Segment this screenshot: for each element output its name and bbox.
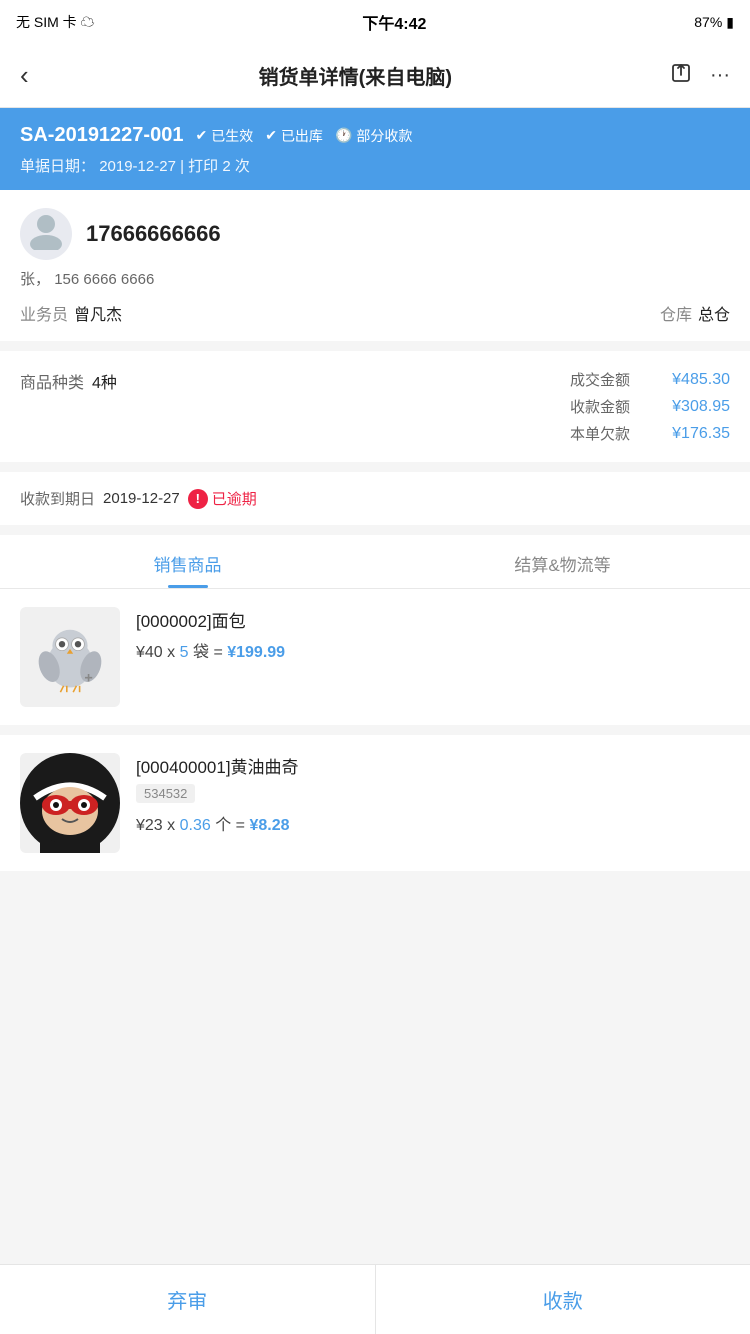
status-battery: 87% (694, 14, 722, 30)
customer-mobile: 156 6666 6666 (54, 271, 154, 288)
customer-card: 17666666666 张， 156 6666 6666 业务员 曾凡杰 仓库 … (0, 190, 750, 341)
badge-partial: 🕐 部分收款 (335, 126, 412, 146)
product-price-2: ¥23 x 0.36 个 = ¥8.28 (136, 811, 730, 835)
cancel-review-button[interactable]: 弃审 (0, 1265, 376, 1334)
product-total-1: ¥199.99 (227, 644, 285, 661)
product-name-1: [0000002]面包 (136, 607, 730, 632)
bottom-bar: 弃审 收款 (0, 1264, 750, 1334)
list-item: + [0000002]面包 ¥40 x 5 袋 = ¥199.99 (0, 589, 750, 725)
product-qty-2: 0.36 (180, 817, 211, 834)
battery-icon: ▮ (726, 14, 734, 31)
order-header: SA-20191227-001 ✔ 已生效 ✔ 已出库 🕐 部分收款 单据日期：… (0, 108, 750, 190)
product-info-1: [0000002]面包 ¥40 x 5 袋 = ¥199.99 (136, 607, 730, 662)
badge-shipped: ✔ 已出库 (265, 126, 323, 146)
warehouse-label: 仓库 (660, 301, 692, 325)
summary-card: 商品种类 4种 成交金额 ¥485.30 收款金额 ¥308.95 本单欠款 ¥… (0, 351, 750, 462)
collect-payment-button[interactable]: 收款 (376, 1265, 750, 1334)
received-amount-value: ¥308.95 (650, 398, 730, 416)
status-right: 87% ▮ (694, 14, 734, 31)
category-count: 4种 (92, 369, 117, 393)
customer-detail-row: 业务员 曾凡杰 仓库 总仓 (20, 301, 730, 325)
warehouse-value: 总仓 (698, 301, 730, 325)
overdue-icon: ! (188, 489, 208, 509)
product-image-1: + (20, 607, 120, 707)
list-item: [000400001]黄油曲奇 534532 ¥23 x 0.36 个 = ¥8… (0, 735, 750, 871)
status-bar: 无 SIM 卡 ☁ 下午4:42 87% ▮ (0, 0, 750, 44)
customer-info: 张， 156 6666 6666 (20, 268, 730, 289)
product-total-2: ¥8.28 (249, 817, 289, 834)
badge-effective: ✔ 已生效 (195, 126, 253, 146)
debt-amount-value: ¥176.35 (650, 425, 730, 443)
more-icon[interactable]: ··· (710, 64, 730, 87)
debt-label: 本单欠款 (570, 423, 630, 444)
product-qty-1: 5 (180, 644, 189, 661)
deal-amount-value: ¥485.30 (650, 371, 730, 389)
due-date-card: 收款到期日 2019-12-27 ! 已逾期 (0, 472, 750, 525)
check-icon-2: ✔ (265, 127, 277, 144)
tabs-bar: 销售商品 结算&物流等 (0, 535, 750, 589)
salesperson-label: 业务员 (20, 301, 68, 325)
due-date-label: 收款到期日 (20, 488, 95, 509)
product-list: + [0000002]面包 ¥40 x 5 袋 = ¥199.99 (0, 589, 750, 871)
check-icon-1: ✔ (195, 127, 207, 144)
svg-text:+: + (84, 671, 92, 687)
tab-products[interactable]: 销售商品 (0, 535, 375, 588)
overdue-badge: ! 已逾期 (188, 488, 257, 509)
overdue-text: 已逾期 (212, 488, 257, 509)
product-price-1: ¥40 x 5 袋 = ¥199.99 (136, 638, 730, 662)
product-spec-tag-2: 534532 (136, 784, 195, 803)
salesperson-value: 曾凡杰 (74, 301, 122, 325)
received-label: 收款金额 (570, 396, 630, 417)
back-button[interactable]: ‹ (20, 60, 29, 91)
avatar-icon (26, 210, 66, 258)
order-date-row: 单据日期： 2019-12-27 | 打印 2 次 (20, 155, 730, 176)
product-info-2: [000400001]黄油曲奇 534532 ¥23 x 0.36 个 = ¥8… (136, 753, 730, 835)
tab-settlement[interactable]: 结算&物流等 (375, 535, 750, 588)
print-info: | 打印 2 次 (180, 158, 250, 175)
category-label: 商品种类 (20, 369, 84, 393)
page-title: 销货单详情(来自电脑) (41, 61, 670, 90)
product-image-2 (20, 753, 120, 853)
order-id: SA-20191227-001 (20, 124, 183, 147)
nav-bar: ‹ 销货单详情(来自电脑) ··· (0, 44, 750, 108)
share-icon[interactable] (670, 62, 692, 90)
clock-icon: 🕐 (335, 127, 352, 144)
status-carrier: 无 SIM 卡 ☁ (16, 12, 95, 32)
date-label: 单据日期： (20, 158, 95, 175)
customer-name: 张 (20, 271, 35, 288)
status-time: 下午4:42 (362, 10, 426, 34)
due-date-value: 2019-12-27 (103, 490, 180, 507)
avatar (20, 208, 72, 260)
customer-phone: 17666666666 (86, 221, 221, 247)
product-name-2: [000400001]黄油曲奇 (136, 753, 730, 778)
deal-amount-label: 成交金额 (570, 369, 630, 390)
nav-actions: ··· (670, 62, 730, 90)
order-date: 2019-12-27 (99, 158, 176, 175)
